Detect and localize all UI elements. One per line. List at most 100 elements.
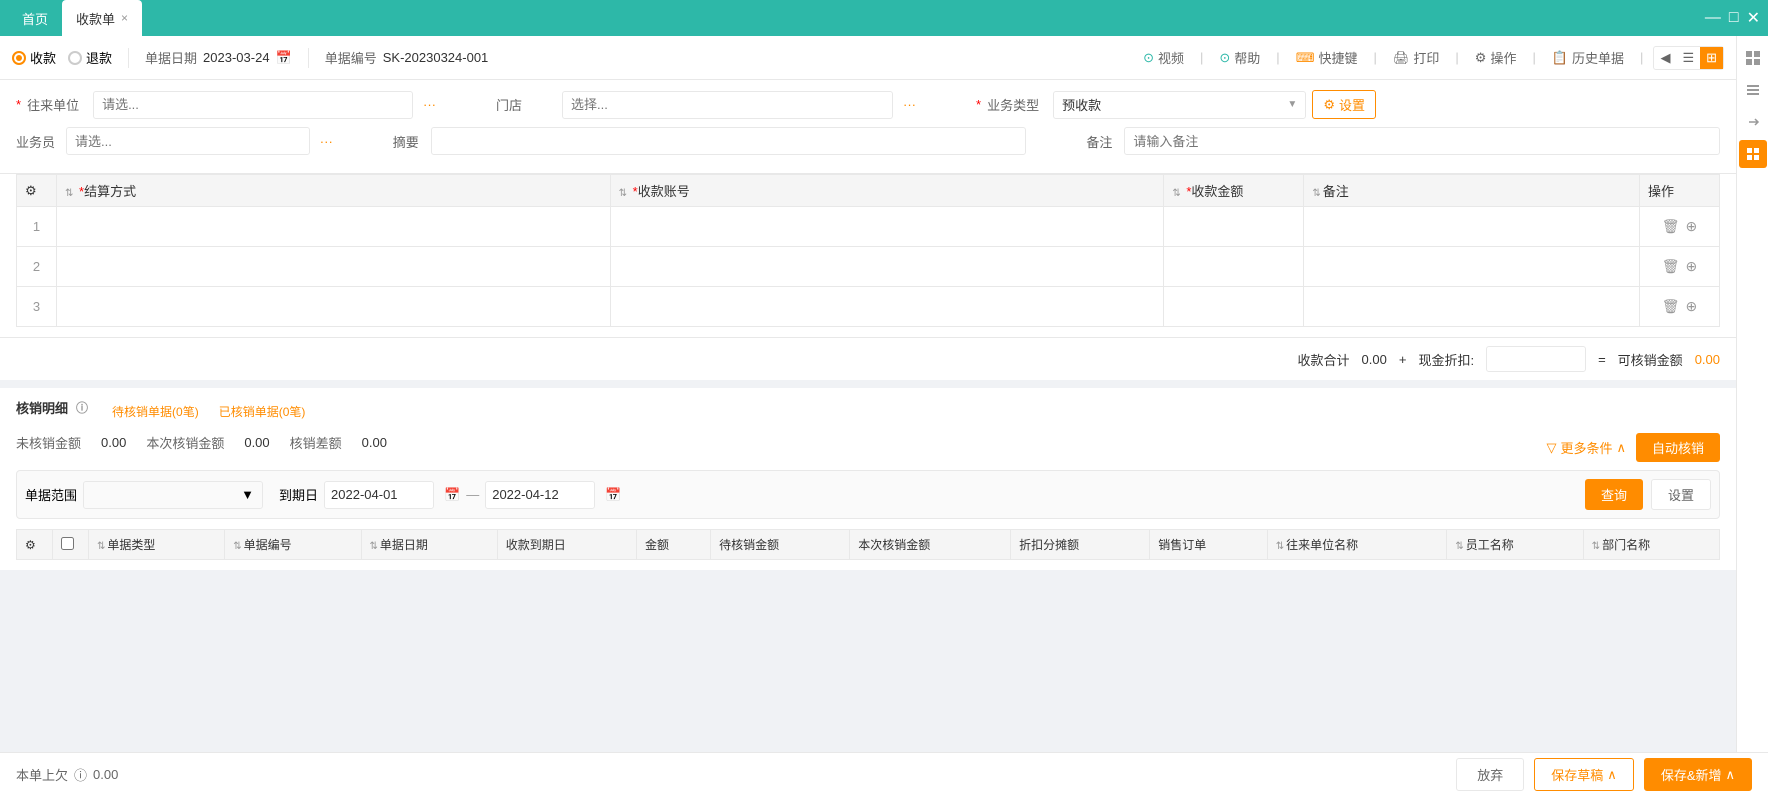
sidebar-icon-4[interactable] bbox=[1739, 140, 1767, 168]
row-1-account[interactable] bbox=[610, 207, 1164, 247]
draft-btn[interactable]: 保存草稿 ∧ bbox=[1534, 758, 1634, 791]
note-info-icon[interactable]: ⓘ bbox=[74, 765, 87, 784]
form-row-2: 业务员 ··· 摘要 备注 bbox=[16, 127, 1720, 155]
reconcile-section: 核销明细 ⓘ 待核销单据(0笔) 已核销单据(0笔) 未核销金额 0.00 本次… bbox=[0, 388, 1736, 570]
help-label: 帮助 bbox=[1234, 48, 1260, 67]
copy-icon-3[interactable]: ⊕ bbox=[1686, 298, 1698, 315]
col-counterpart: ⇅往来单位名称 bbox=[1267, 530, 1447, 560]
minimize-btn[interactable]: — bbox=[1705, 9, 1721, 27]
shop-more-icon[interactable]: ··· bbox=[903, 97, 916, 112]
counterpart-more-icon[interactable]: ··· bbox=[423, 97, 436, 112]
settlement-col-header: ⇅ *结算方式 bbox=[57, 175, 611, 207]
date-from-input[interactable] bbox=[324, 481, 434, 509]
salesperson-field: 业务员 ··· bbox=[16, 127, 333, 155]
date-to-input[interactable] bbox=[485, 481, 595, 509]
close-btn[interactable]: ✕ bbox=[1747, 8, 1760, 28]
query-btn[interactable]: 查询 bbox=[1585, 479, 1643, 510]
salesperson-more-icon[interactable]: ··· bbox=[320, 134, 333, 149]
query-row: 单据范围 ▼ 到期日 📅 — 📅 查询 设置 bbox=[16, 470, 1720, 519]
calendar-icon[interactable]: 📅 bbox=[276, 50, 292, 66]
table-row: 3 🗑 ⊕ bbox=[17, 287, 1720, 327]
counterpart-input[interactable] bbox=[93, 91, 413, 119]
draft-label: 保存草稿 bbox=[1551, 765, 1603, 784]
print-btn[interactable]: 🖨 打印 bbox=[1387, 44, 1446, 71]
video-btn[interactable]: ⊙ 视频 bbox=[1137, 44, 1190, 71]
select-all-checkbox[interactable] bbox=[61, 537, 74, 550]
delete-icon-1[interactable]: 🗑 bbox=[1662, 218, 1680, 235]
sidebar-icon-3[interactable] bbox=[1739, 108, 1767, 136]
row-3-remark[interactable] bbox=[1304, 287, 1640, 327]
form-row-1: * 往来单位 ··· 门店 ··· * 业务类型 预收款 ▼ ⚙ bbox=[16, 90, 1720, 119]
done-tab[interactable]: 已核销单据(0笔) bbox=[211, 401, 314, 422]
maximize-btn[interactable]: □ bbox=[1729, 9, 1739, 27]
shop-input[interactable] bbox=[562, 91, 893, 119]
calendar-from-icon[interactable]: 📅 bbox=[444, 487, 460, 503]
row-1-amount[interactable] bbox=[1164, 207, 1304, 247]
row-3-action: 🗑 ⊕ bbox=[1640, 287, 1720, 327]
operation-btn[interactable]: ⚙ 操作 bbox=[1469, 44, 1523, 71]
summary-input[interactable] bbox=[431, 127, 1027, 155]
radio-collection[interactable]: 收款 bbox=[12, 48, 56, 67]
chevron-up-icon: ∧ bbox=[1616, 440, 1626, 456]
bill-number-value: SK-20230324-001 bbox=[383, 50, 489, 65]
save-btn[interactable]: 保存&新增 ∧ bbox=[1644, 758, 1752, 791]
history-btn[interactable]: 📋 历史单据 bbox=[1546, 44, 1630, 71]
more-conditions-btn[interactable]: ▽ 更多条件 ∧ bbox=[1546, 438, 1626, 457]
business-required: * bbox=[976, 97, 981, 112]
shortcut-btn[interactable]: ⌨ 快捷键 bbox=[1290, 44, 1364, 71]
date-field: 单据日期 2023-03-24 📅 bbox=[145, 48, 292, 67]
settings-button[interactable]: ⚙ 设置 bbox=[1312, 90, 1376, 119]
summary-label: 摘要 bbox=[393, 132, 425, 151]
row-2-settlement[interactable] bbox=[57, 247, 611, 287]
info-icon[interactable]: ⓘ bbox=[76, 399, 88, 416]
delete-icon-2[interactable]: 🗑 bbox=[1662, 258, 1680, 275]
layout-btn-prev[interactable]: ◀ bbox=[1654, 47, 1676, 69]
col-current: 本次核销金额 bbox=[850, 530, 1011, 560]
row-2-remark[interactable] bbox=[1304, 247, 1640, 287]
salesperson-input[interactable] bbox=[66, 127, 310, 155]
row-1-settlement[interactable] bbox=[57, 207, 611, 247]
col-amount: 金额 bbox=[636, 530, 710, 560]
sidebar-icon-1[interactable] bbox=[1739, 44, 1767, 72]
draft-arrow-icon: ∧ bbox=[1607, 767, 1617, 783]
equals-sign: = bbox=[1598, 352, 1606, 367]
row-3-settlement[interactable] bbox=[57, 287, 611, 327]
remark-input[interactable] bbox=[1124, 127, 1720, 155]
tab-home[interactable]: 首页 bbox=[8, 0, 62, 36]
range-select[interactable]: ▼ bbox=[83, 481, 263, 509]
delete-icon-3[interactable]: 🗑 bbox=[1662, 298, 1680, 315]
tab-active-label: 收款单 bbox=[76, 9, 115, 28]
auto-btn-label: 自动核销 bbox=[1652, 441, 1704, 456]
auto-reconcile-btn[interactable]: 自动核销 bbox=[1636, 433, 1720, 462]
settings-col-header[interactable]: ⚙ bbox=[17, 175, 57, 207]
radio-refund-label: 退款 bbox=[86, 48, 112, 67]
radio-refund[interactable]: 退款 bbox=[68, 48, 112, 67]
row-3-account[interactable] bbox=[610, 287, 1164, 327]
discount-input[interactable] bbox=[1486, 346, 1586, 372]
table-settings-icon[interactable]: ⚙ bbox=[25, 183, 37, 198]
sidebar-icon-2[interactable] bbox=[1739, 76, 1767, 104]
discard-btn[interactable]: 放弃 bbox=[1456, 758, 1524, 791]
tab-active[interactable]: 收款单 × bbox=[62, 0, 142, 36]
calendar-to-icon[interactable]: 📅 bbox=[605, 487, 621, 503]
row-2-account[interactable] bbox=[610, 247, 1164, 287]
copy-icon-1[interactable]: ⊕ bbox=[1686, 218, 1698, 235]
col-bill-no: ⇅单据编号 bbox=[225, 530, 361, 560]
copy-icon-2[interactable]: ⊕ bbox=[1686, 258, 1698, 275]
pending-tab[interactable]: 待核销单据(0笔) bbox=[104, 401, 207, 422]
business-select[interactable]: 预收款 ▼ bbox=[1053, 91, 1306, 119]
layout-btn-list[interactable]: ☰ bbox=[1676, 47, 1700, 69]
help-btn[interactable]: ⊙ 帮助 bbox=[1213, 44, 1266, 71]
window-controls: — □ ✕ bbox=[1705, 8, 1760, 28]
right-sidebar bbox=[1736, 36, 1768, 796]
col-settings[interactable]: ⚙ bbox=[17, 530, 53, 560]
tab-close-icon[interactable]: × bbox=[121, 11, 128, 25]
bill-number-label: 单据编号 bbox=[325, 48, 377, 67]
unchecked-label: 未核销金额 bbox=[16, 433, 81, 452]
row-3-amount[interactable] bbox=[1164, 287, 1304, 327]
row-1-remark[interactable] bbox=[1304, 207, 1640, 247]
reconcile-settings-btn[interactable]: 设置 bbox=[1651, 479, 1711, 510]
layout-btn-grid[interactable]: ⊞ bbox=[1700, 47, 1723, 69]
row-2-amount[interactable] bbox=[1164, 247, 1304, 287]
operation-label: 操作 bbox=[1490, 48, 1516, 67]
